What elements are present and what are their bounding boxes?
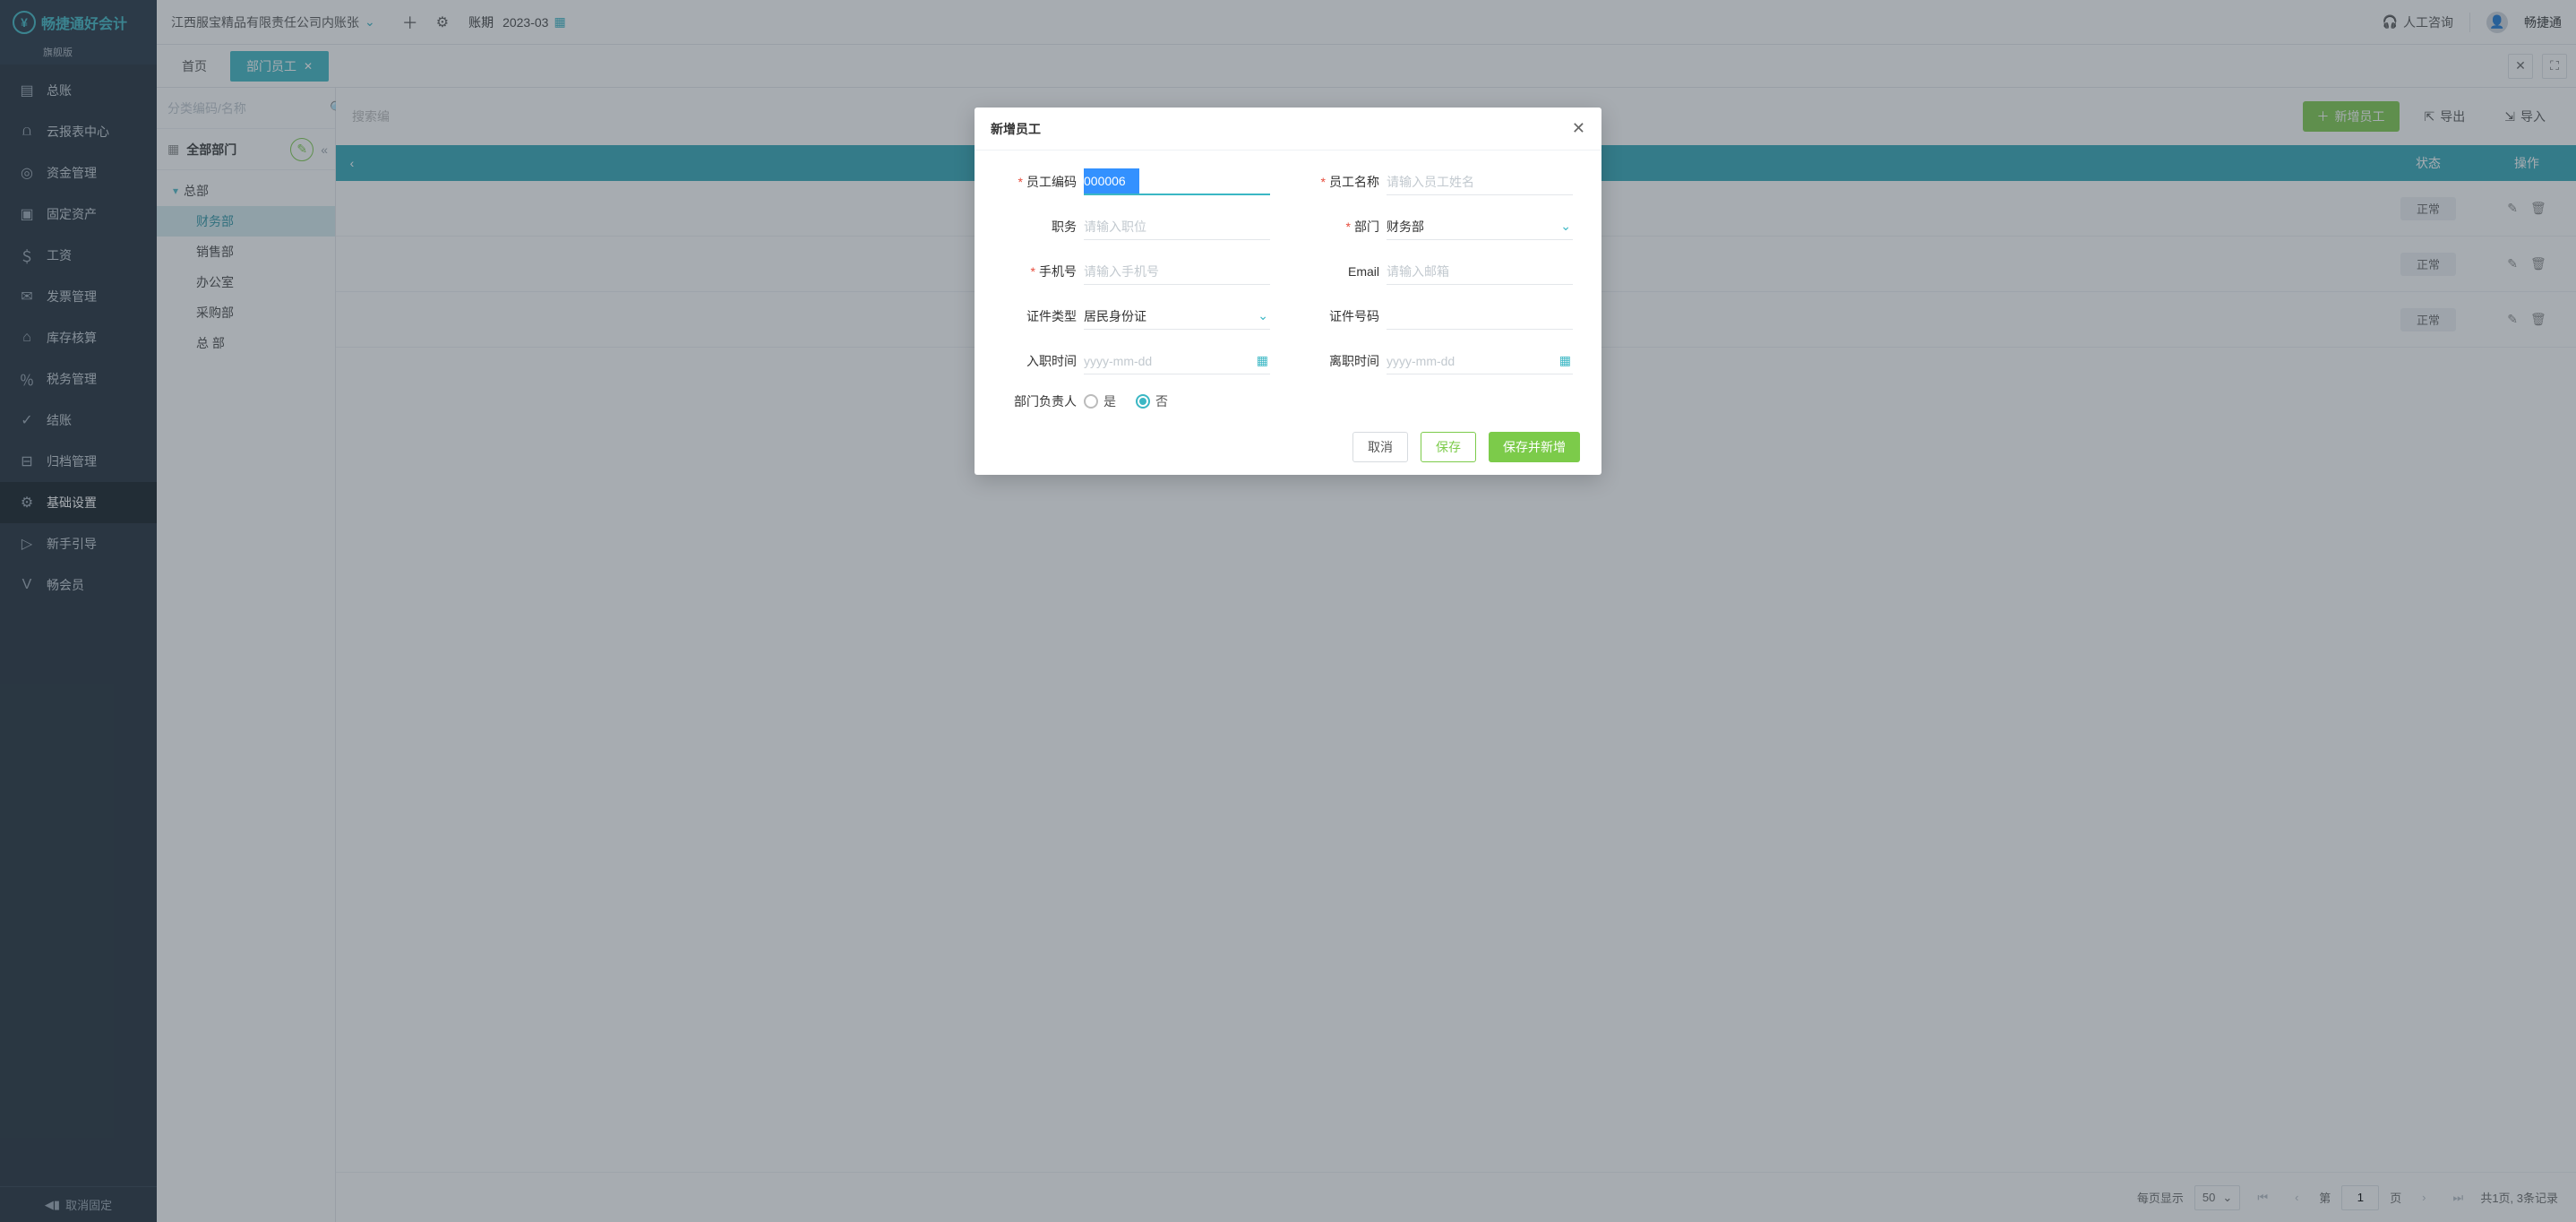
field-email: Email bbox=[1306, 258, 1573, 285]
field-idno: 证件号码 bbox=[1306, 303, 1573, 330]
label-email: Email bbox=[1348, 264, 1379, 279]
cancel-label: 取消 bbox=[1368, 438, 1393, 456]
radio-icon bbox=[1136, 394, 1150, 409]
radio-label: 否 bbox=[1155, 392, 1168, 410]
label-name: 员工名称 bbox=[1329, 175, 1379, 189]
input-position[interactable] bbox=[1084, 213, 1270, 240]
modal-body: *员工编码 *员工名称 职务 *部门 bbox=[975, 151, 1601, 417]
calendar-icon[interactable]: ▦ bbox=[1257, 353, 1268, 368]
add-employee-modal: 新增员工 ✕ *员工编码 *员工名称 职务 bbox=[975, 108, 1601, 475]
save-button[interactable]: 保存 bbox=[1421, 432, 1476, 462]
field-position: 职务 bbox=[1003, 213, 1270, 240]
modal-header: 新增员工 ✕ bbox=[975, 108, 1601, 151]
label-head: 部门负责人 bbox=[1014, 394, 1077, 409]
radio-head-yes[interactable]: 是 bbox=[1084, 392, 1116, 410]
field-employee-name: *员工名称 bbox=[1306, 168, 1573, 195]
label-position: 职务 bbox=[1052, 219, 1077, 234]
label-department: 部门 bbox=[1354, 219, 1379, 234]
field-leave-date: 离职时间 ▦ bbox=[1306, 348, 1573, 374]
label-idno: 证件号码 bbox=[1329, 309, 1379, 323]
modal-footer: 取消 保存 保存并新增 bbox=[975, 417, 1601, 475]
modal-close-icon[interactable]: ✕ bbox=[1572, 119, 1585, 138]
select-department[interactable] bbox=[1387, 213, 1573, 240]
chevron-down-icon[interactable]: ⌄ bbox=[1560, 219, 1571, 234]
radio-icon bbox=[1084, 394, 1098, 409]
label-leave: 离职时间 bbox=[1329, 354, 1379, 368]
input-employee-code[interactable] bbox=[1084, 168, 1270, 195]
field-idtype: 证件类型 ⌄ bbox=[1003, 303, 1270, 330]
label-idtype: 证件类型 bbox=[1026, 309, 1077, 323]
cancel-button[interactable]: 取消 bbox=[1352, 432, 1408, 462]
field-phone: *手机号 bbox=[1003, 258, 1270, 285]
input-idno[interactable] bbox=[1387, 303, 1573, 330]
input-employee-name[interactable] bbox=[1387, 168, 1573, 195]
modal-scrim: 新增员工 ✕ *员工编码 *员工名称 职务 bbox=[0, 0, 2576, 1222]
label-entry: 入职时间 bbox=[1026, 354, 1077, 368]
field-entry-date: 入职时间 ▦ bbox=[1003, 348, 1270, 374]
save-new-label: 保存并新增 bbox=[1503, 438, 1566, 456]
input-entry-date[interactable] bbox=[1084, 348, 1270, 374]
save-and-new-button[interactable]: 保存并新增 bbox=[1489, 432, 1580, 462]
radio-head-no[interactable]: 否 bbox=[1136, 392, 1168, 410]
save-label: 保存 bbox=[1436, 438, 1461, 456]
label-code: 员工编码 bbox=[1026, 175, 1077, 189]
field-department: *部门 ⌄ bbox=[1306, 213, 1573, 240]
input-phone[interactable] bbox=[1084, 258, 1270, 285]
radio-label: 是 bbox=[1103, 392, 1116, 410]
label-phone: 手机号 bbox=[1039, 264, 1077, 279]
modal-title: 新增员工 bbox=[991, 120, 1041, 138]
input-email[interactable] bbox=[1387, 258, 1573, 285]
input-leave-date[interactable] bbox=[1387, 348, 1573, 374]
chevron-down-icon[interactable]: ⌄ bbox=[1258, 308, 1268, 323]
field-employee-code: *员工编码 bbox=[1003, 168, 1270, 195]
calendar-icon[interactable]: ▦ bbox=[1559, 353, 1571, 368]
field-dept-head: 部门负责人 是 否 bbox=[1003, 392, 1573, 410]
select-idtype[interactable] bbox=[1084, 303, 1270, 330]
